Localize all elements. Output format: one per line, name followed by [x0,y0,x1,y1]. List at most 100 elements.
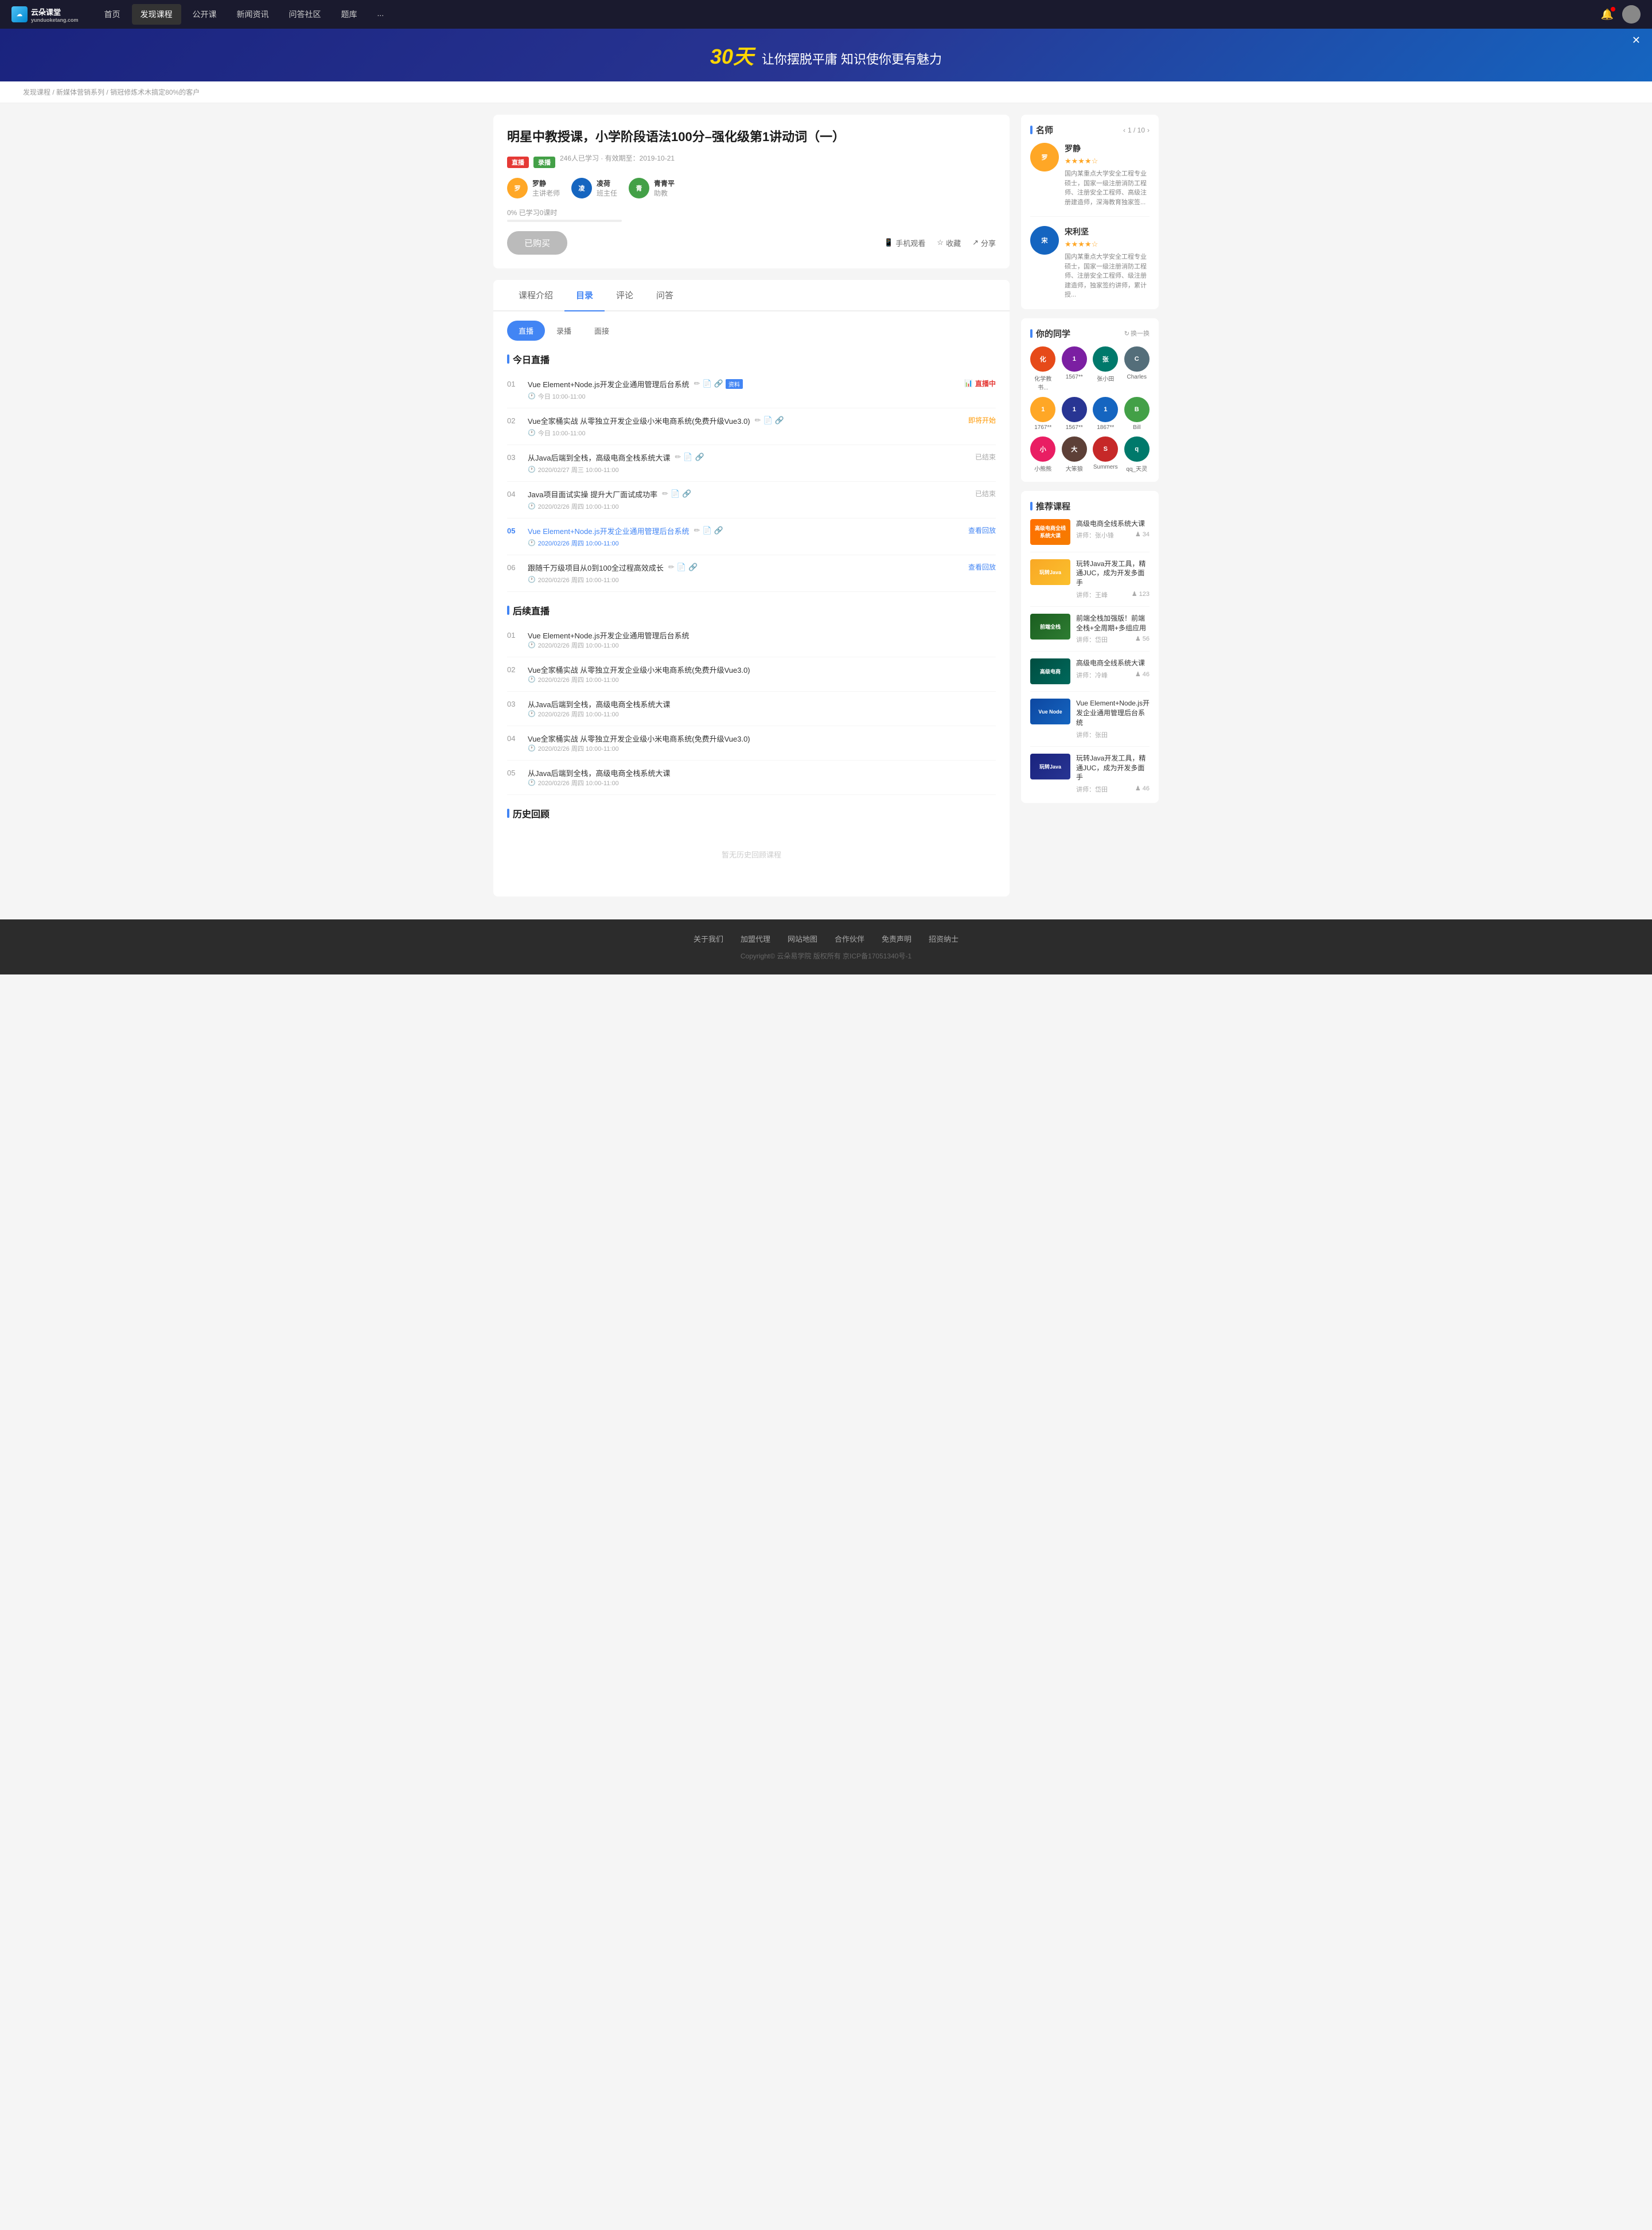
footer-link-about[interactable]: 关于我们 [693,933,723,944]
today-live-title: 今日直播 [507,352,996,366]
nav-quiz[interactable]: 题库 [333,4,366,25]
classmates-grid: 化 化学教书... 1 1567** 张 张小田 C Charles 1 1 [1030,346,1150,473]
prev-teacher-btn[interactable]: ‹ [1123,126,1125,134]
nav-discover[interactable]: 发现课程 [132,4,181,25]
footer-link-partner[interactable]: 合作伙伴 [835,933,864,944]
rec-item-6[interactable]: 玩转Java 玩转Java开发工具，精通JUC，成为开发多面手 讲师：岱田 ♟ … [1030,754,1150,794]
banner-text: 让你摆脱平庸 知识使你更有魅力 [762,52,942,67]
rec-accent [1030,502,1032,510]
sub-tab-face[interactable]: 面接 [583,321,621,341]
tab-review[interactable]: 评论 [605,280,645,311]
collect-label: 收藏 [946,237,961,248]
lesson-body-2: Vue全家桶实战 从零独立开发企业级小米电商系统(免费升级Vue3.0) ✏ 📄… [528,415,961,438]
mobile-watch-btn[interactable]: 📱 手机观看 [884,237,925,248]
edit-icon-1[interactable]: ✏ [694,379,700,389]
user-avatar[interactable] [1622,5,1641,24]
lesson-time-1: 🕐 今日 10:00-11:00 [528,392,957,401]
teachers-title: 名师 [1036,124,1053,136]
collect-btn[interactable]: ☆ 收藏 [937,237,961,248]
edit-icon-2[interactable]: ✏ [755,416,761,425]
lesson-status-1[interactable]: 📊 直播中 [964,379,996,388]
nav-news[interactable]: 新闻资讯 [228,4,278,25]
lesson-num-1: 01 [507,380,521,388]
footer-link-agent[interactable]: 加盟代理 [741,933,770,944]
footer-link-disclaimer[interactable]: 免责声明 [882,933,911,944]
tab-catalog[interactable]: 目录 [564,280,605,311]
material-badge-1: 资料 [726,379,743,389]
history-empty: 暂无历史回顾课程 [507,826,996,883]
rec-item-2[interactable]: 玩转Java 玩转Java开发工具，精通JUC，成为开发多面手 讲师：王峰 ♟ … [1030,559,1150,607]
edit-icon-5[interactable]: ✏ [694,526,700,535]
lesson-status-6[interactable]: 查看回放 [968,562,996,572]
rec-item-1[interactable]: 高级电商全线系统大课 高级电商全线系统大课 讲师：张小锋 ♟ 34 [1030,519,1150,552]
share-btn[interactable]: ↗ 分享 [972,237,996,248]
lesson-item-2: 02 Vue全家桶实战 从零独立开发企业级小米电商系统(免费升级Vue3.0) … [507,408,996,445]
lesson-num-4: 04 [507,490,521,498]
edit-icon-3[interactable]: ✏ [675,453,681,462]
teacher-info-1: 罗静 主讲老师 [532,178,560,198]
rec-thumb-5: Vue Node [1030,699,1070,724]
link-icon-1[interactable]: 🔗 [714,379,723,389]
teacher-role-2: 班主任 [597,188,617,198]
doc-icon-6[interactable]: 📄 [677,563,686,572]
nav-home[interactable]: 首页 [96,4,129,25]
link-icon-4[interactable]: 🔗 [682,489,691,498]
banner-close-button[interactable]: ✕ [1632,34,1641,46]
teacher-info-3: 青青平 助教 [654,178,675,198]
upcoming-item-2: 02 Vue全家桶实战 从零独立开发企业级小米电商系统(免费升级Vue3.0) … [507,657,996,692]
doc-icon-2[interactable]: 📄 [763,416,773,425]
edit-icon-4[interactable]: ✏ [662,489,668,498]
lesson-status-5[interactable]: 查看回放 [968,525,996,535]
classmate-avatar-11: S [1093,436,1118,462]
rec-item-3[interactable]: 前端全栈 前端全栈加强版！前端全栈+全周期+多组应用 讲师：岱田 ♟ 56 [1030,614,1150,652]
tab-qa[interactable]: 问答 [645,280,685,311]
progress-section: 0% 已学习0课时 [507,208,996,222]
rec-teacher-6: 讲师：岱田 [1076,785,1108,794]
nav-more[interactable]: ... [369,4,393,25]
footer: 关于我们 加盟代理 网站地图 合作伙伴 免责声明 招资纳士 Copyright©… [0,919,1652,974]
doc-icon-5[interactable]: 📄 [703,526,712,535]
course-header: 明星中教授课，小学阶段语法100分–强化级第1讲动词（一） 直播 录播 246人… [493,115,1010,268]
link-icon-3[interactable]: 🔗 [695,453,704,462]
link-icon-6[interactable]: 🔗 [688,563,698,572]
clock-icon-3: 🕐 [528,466,536,473]
classmate-name-10: 大笨狼 [1066,464,1083,473]
footer-links: 关于我们 加盟代理 网站地图 合作伙伴 免责声明 招资纳士 [23,933,1629,944]
upcoming-lessons: 01 Vue Element+Node.js开发企业通用管理后台系统 🕐 202… [507,623,996,795]
lesson-num-2: 02 [507,416,521,425]
buy-button[interactable]: 已购买 [507,231,567,255]
breadcrumb-link-1[interactable]: 发现课程 [23,88,50,96]
classmate-avatar-6: 1 [1062,397,1087,422]
lesson-time-text-3: 2020/02/27 周三 10:00-11:00 [538,465,619,474]
nav-open[interactable]: 公开课 [184,4,225,25]
doc-icon-1[interactable]: 📄 [703,379,712,389]
footer-link-recruit[interactable]: 招资纳士 [929,933,959,944]
sub-tab-live[interactable]: 直播 [507,321,545,341]
notification-bell[interactable]: 🔔 [1601,9,1614,21]
upcoming-body-5: 从Java后端到全栈，高级电商全栈系统大课 🕐 2020/02/26 周四 10… [528,767,996,787]
rec-item-5[interactable]: Vue Node Vue Element+Node.js开发企业通用管理后台系统… [1030,699,1150,746]
footer-link-sitemap[interactable]: 网站地图 [788,933,817,944]
doc-icon-3[interactable]: 📄 [683,453,692,462]
tab-intro[interactable]: 课程介绍 [507,280,564,311]
link-icon-5[interactable]: 🔗 [714,526,723,535]
edit-icon-6[interactable]: ✏ [668,563,675,572]
lesson-body-4: Java项目面试实操 提升大厂面试成功率 ✏ 📄 🔗 🕐 2020/02/26 … [528,489,968,511]
sub-tab-replay[interactable]: 录播 [545,321,583,341]
refresh-classmates-btn[interactable]: ↻ 换一换 [1124,329,1150,338]
teacher-avatar-text-2: 凌 [571,178,592,198]
upcoming-title-2: Vue全家桶实战 从零独立开发企业级小米电商系统(免费升级Vue3.0) [528,664,996,675]
lesson-time-5: 🕐 2020/02/26 周四 10:00-11:00 [528,539,961,548]
classmate-2: 1 1567** [1062,346,1088,391]
link-icon-2[interactable]: 🔗 [775,416,784,425]
rec-item-4[interactable]: 高级电商 高级电商全线系统大课 讲师：冷峰 ♟ 46 [1030,658,1150,692]
breadcrumb-current: 销冠修炼术木搞定80%的客户 [110,88,200,96]
rec-students-2: ♟ 123 [1132,590,1150,599]
breadcrumb-link-2[interactable]: 新媒体营销系列 [56,88,104,96]
next-teacher-btn[interactable]: › [1147,126,1150,134]
nav-qa[interactable]: 问答社区 [280,4,330,25]
classmate-3: 张 张小田 [1093,346,1119,391]
logo[interactable]: ☁ 云朵课堂 yunduoketang.com [11,6,79,23]
teacher-name-2: 凌荷 [597,178,617,188]
doc-icon-4[interactable]: 📄 [671,489,680,498]
